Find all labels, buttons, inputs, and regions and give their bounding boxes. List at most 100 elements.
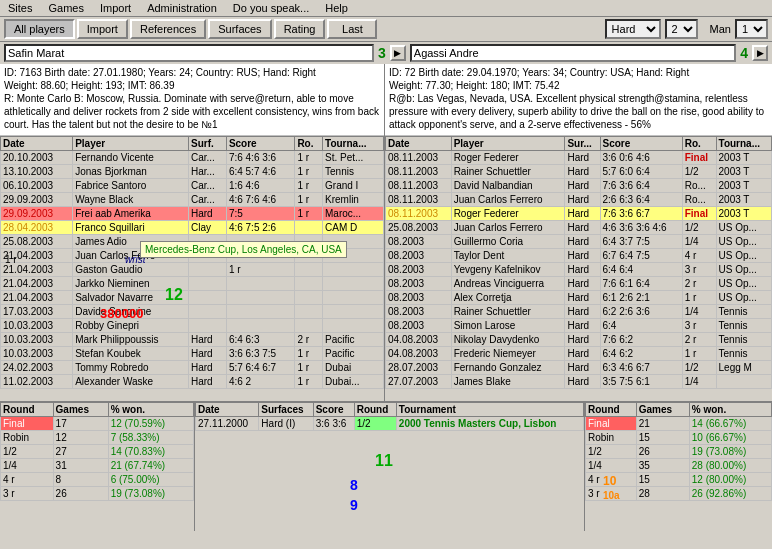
right-table-cell: Tennis — [716, 305, 771, 319]
bm-cell: 27.11.2000 — [196, 417, 259, 431]
rating-button[interactable]: Rating — [274, 19, 326, 39]
left-table-cell: Alexander Waske — [73, 375, 189, 389]
left-table-cell: 11.02.2003 — [1, 375, 73, 389]
import-button[interactable]: Import — [77, 19, 128, 39]
bottom-right-panel[interactable]: Round Games % won. Final2114 (66.67%)Rob… — [585, 402, 772, 531]
col-surf: Surf. — [189, 137, 227, 151]
all-players-button[interactable]: All players — [4, 19, 75, 39]
left-table-cell: 4:6 7:6 4:6 — [226, 193, 295, 207]
right-arrow-button[interactable]: ▶ — [752, 45, 768, 61]
right-table-cell: Hard — [565, 291, 600, 305]
right-table-cell: Hard — [565, 263, 600, 277]
menu-import[interactable]: Import — [96, 1, 135, 15]
right-table-cell: 2003 T — [716, 151, 771, 165]
br-cell: 21 — [636, 417, 689, 431]
right-table-cell: Rainer Schuettler — [451, 165, 565, 179]
right-table-cell: Juan Carlos Ferrero — [451, 221, 565, 235]
left-table-cell — [295, 319, 323, 333]
last-button[interactable]: Last — [327, 19, 377, 39]
right-table-cell: US Op... — [716, 263, 771, 277]
left-table-cell: Tommy Robredo — [73, 361, 189, 375]
left-table-cell: Kremlin — [323, 193, 384, 207]
menu-games[interactable]: Games — [44, 1, 87, 15]
right-table-cell: 1/2 — [682, 361, 716, 375]
left-table-cell: 1 r — [226, 263, 295, 277]
right-table-cell: 2003 T — [716, 179, 771, 193]
left-arrow-button[interactable]: ▶ — [390, 45, 406, 61]
right-table-cell: Roger Federer — [451, 151, 565, 165]
right-table-cell: 4 r — [682, 249, 716, 263]
bl-cell: 7 (58.33%) — [108, 431, 193, 445]
right-table-cell: 7:6 6:1 6:4 — [600, 277, 682, 291]
right-table-cell: 08.11.2003 — [386, 179, 452, 193]
right-table-cell: 27.07.2003 — [386, 375, 452, 389]
right-table-cell: 2003 T — [716, 165, 771, 179]
left-player-search[interactable] — [4, 44, 374, 62]
left-table-cell: 1 r — [295, 207, 323, 221]
left-table-cell — [295, 221, 323, 235]
right-table-cell: US Op... — [716, 277, 771, 291]
br-cell: 14 (66.67%) — [689, 417, 771, 431]
menu-help[interactable]: Help — [321, 1, 352, 15]
left-table-cell: 1 r — [295, 151, 323, 165]
col-player-r: Player — [451, 137, 565, 151]
right-table-cell: 2 r — [682, 277, 716, 291]
left-table-cell: 4:6 2 — [226, 375, 295, 389]
bl-cell: 27 — [53, 445, 108, 459]
anno-11: 11 — [375, 452, 393, 470]
surfaces-button[interactable]: Surfaces — [208, 19, 271, 39]
col-round-r: Ro. — [682, 137, 716, 151]
right-table-cell — [716, 375, 771, 389]
bl-cell: 1/2 — [1, 445, 54, 459]
bottom-mid-panel[interactable]: Date Surfaces Score Round Tournament 27.… — [195, 402, 585, 531]
col-round: Ro. — [295, 137, 323, 151]
right-table-cell: 08.2003 — [386, 291, 452, 305]
references-button[interactable]: References — [130, 19, 206, 39]
menu-administration[interactable]: Administration — [143, 1, 221, 15]
col-score-r: Score — [600, 137, 682, 151]
man-num-dropdown[interactable]: 12 — [735, 19, 768, 39]
left-matches-table: Date Player Surf. Score Ro. Tourna... 20… — [0, 136, 384, 389]
hard-num-dropdown[interactable]: 213 — [665, 19, 698, 39]
left-table-cell: 10.03.2003 — [1, 333, 73, 347]
right-table-cell: 08.11.2003 — [386, 193, 452, 207]
left-table-cell: 21.04.2003 — [1, 291, 73, 305]
br-col-round: Round — [586, 403, 637, 417]
right-table-cell: 6:4 6:4 — [600, 263, 682, 277]
left-table-cell — [226, 291, 295, 305]
bottom-section: Round Games % won. Final1712 (70.59%)Rob… — [0, 401, 772, 531]
menu-sites[interactable]: Sites — [4, 1, 36, 15]
left-table-cell: 06.10.2003 — [1, 179, 73, 193]
right-table-cell: Hard — [565, 375, 600, 389]
man-label: Man — [710, 23, 731, 35]
bl-col-pct: % won. — [108, 403, 193, 417]
right-table-cell: Hard — [565, 305, 600, 319]
left-table-cell: Clay — [189, 221, 227, 235]
right-table-cell: 1/4 — [682, 235, 716, 249]
left-table-cell: Har... — [189, 165, 227, 179]
right-table-cell: 2003 T — [716, 207, 771, 221]
left-table-container[interactable]: Date Player Surf. Score Ro. Tourna... 20… — [0, 136, 384, 401]
right-table-cell: 1/4 — [682, 375, 716, 389]
surface-dropdown[interactable]: HardClayGrass — [605, 19, 661, 39]
left-player-info: ID: 7163 Birth date: 27.01.1980; Years: … — [0, 64, 384, 136]
right-table-cell: 08.2003 — [386, 235, 452, 249]
left-table-cell — [323, 305, 384, 319]
left-table-cell — [226, 305, 295, 319]
right-table-cell: 4:6 3:6 3:6 4:6 — [600, 221, 682, 235]
right-table-container[interactable]: Date Player Sur... Score Ro. Tourna... 0… — [385, 136, 772, 401]
bm-col-surf: Surfaces — [259, 403, 313, 417]
br-cell: 10 (66.67%) — [689, 431, 771, 445]
left-table-cell: Maroc... — [323, 207, 384, 221]
bottom-left-panel[interactable]: Round Games % won. Final1712 (70.59%)Rob… — [0, 402, 195, 531]
right-table-cell: Hard — [565, 319, 600, 333]
left-table-cell: 29.09.2003 — [1, 207, 73, 221]
bottom-mid-table: Date Surfaces Score Round Tournament 27.… — [195, 402, 584, 431]
toolbar: All players Import References Surfaces R… — [0, 17, 772, 42]
right-table-cell: 08.2003 — [386, 249, 452, 263]
menu-do-you-speak[interactable]: Do you speak... — [229, 1, 313, 15]
br-cell: 26 — [636, 445, 689, 459]
left-table-cell: Frei aab Amerika — [73, 207, 189, 221]
right-player-search[interactable] — [410, 44, 736, 62]
right-table-cell: Guillermo Coria — [451, 235, 565, 249]
